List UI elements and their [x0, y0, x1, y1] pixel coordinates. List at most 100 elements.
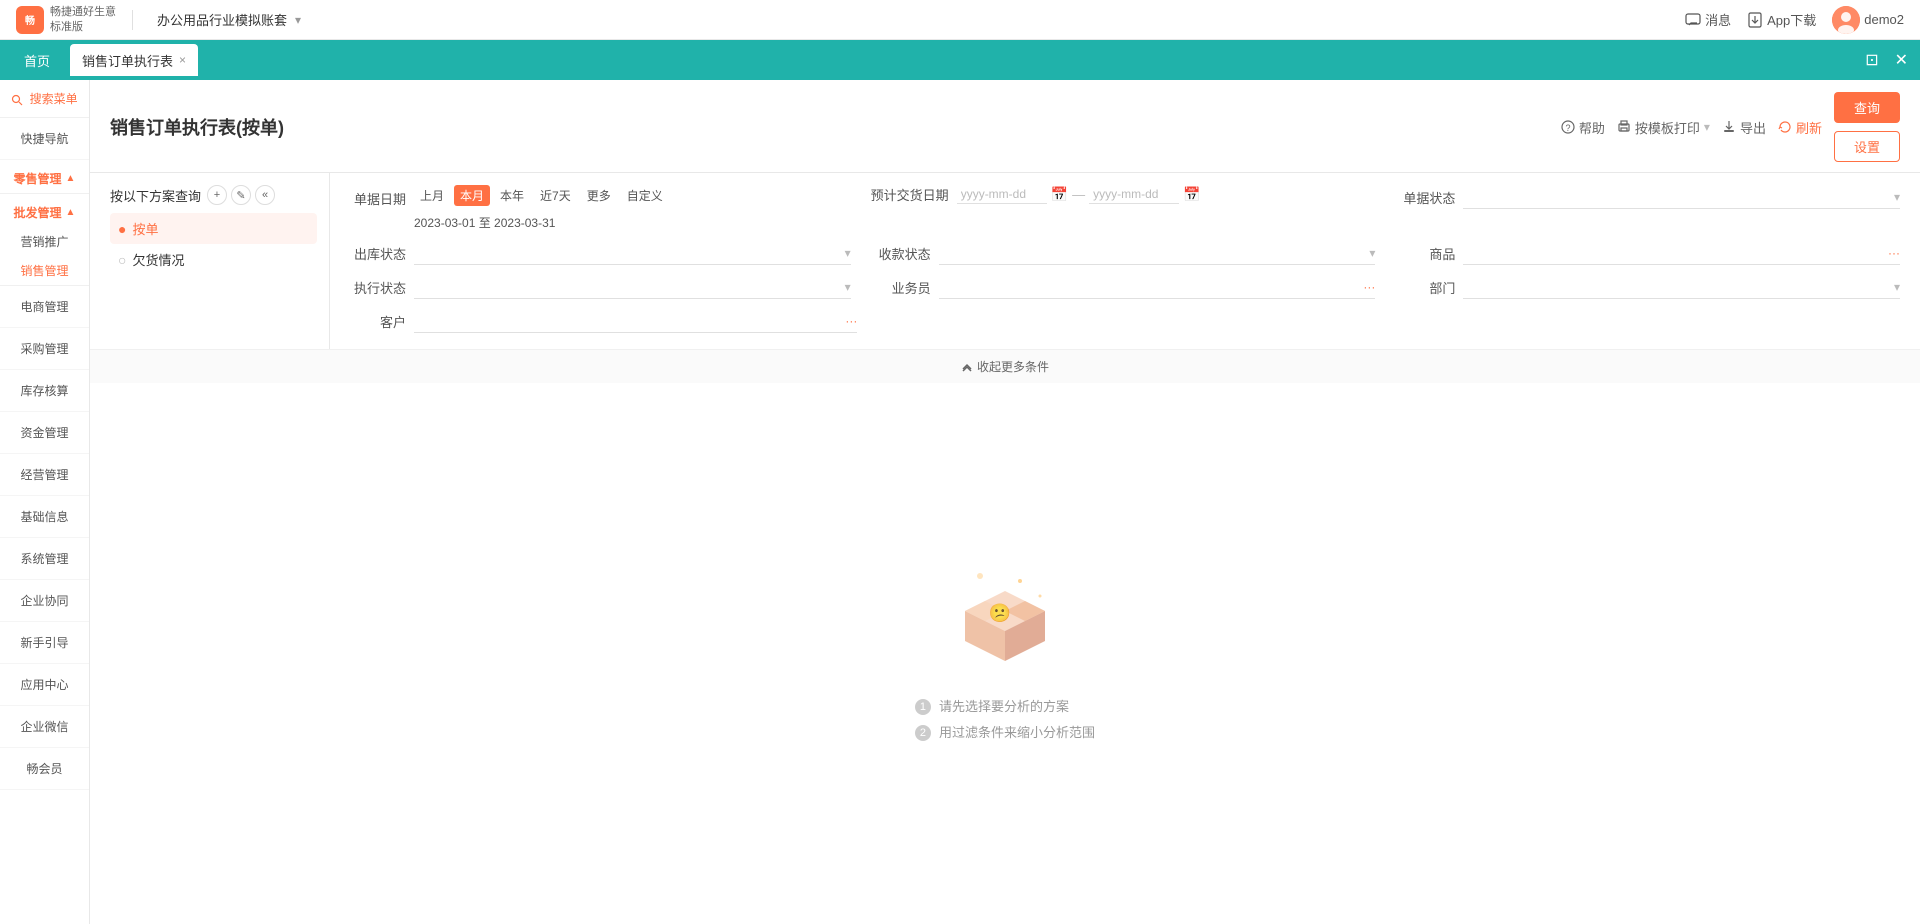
sidebar-item-finance[interactable]: 资金管理	[0, 412, 89, 454]
scheme-edit-btn[interactable]: ✎	[231, 185, 251, 205]
sidebar-sub-item-marketing[interactable]: 营销推广	[0, 227, 89, 256]
field-payment-status: 收款状态 ▾	[871, 241, 1376, 265]
delivery-cal-from-icon[interactable]: 📅	[1051, 186, 1068, 203]
topbar: 畅 畅捷通好生意 标准版 办公用品行业模拟账套 ▾ 消息 App下载 demo2	[0, 0, 1920, 40]
logo-icon: 畅	[16, 6, 44, 34]
payment-status-row: 收款状态 ▾	[871, 241, 1376, 265]
payment-caret-icon[interactable]: ▾	[1369, 246, 1375, 260]
department-dropdown: ▾	[1463, 275, 1900, 299]
scheme-collapse-btn[interactable]: «	[255, 185, 275, 205]
sidebar-item-ecommerce[interactable]: 电商管理	[0, 286, 89, 328]
quick-date-btns: 上月 本月 本年 近7天 更多 自定义	[414, 185, 669, 206]
action-buttons: 查询 设置	[1834, 92, 1900, 162]
field-exec-status: 执行状态 ▾	[346, 275, 851, 299]
sidebar: 搜索菜单 快捷导航 零售管理 ▲ 批发管理 ▲ 营销推广 销售管理 电商管理 采…	[0, 80, 90, 924]
sidebar-item-operation[interactable]: 经营管理	[0, 454, 89, 496]
sidebar-search[interactable]: 搜索菜单	[0, 80, 89, 118]
app-download-btn[interactable]: App下载	[1747, 10, 1816, 29]
message-icon	[1685, 12, 1701, 28]
filter-row-3: 执行状态 ▾ 业务员 ···	[346, 275, 1900, 299]
query-button[interactable]: 查询	[1834, 92, 1900, 123]
tip-num-1: 1	[915, 699, 931, 715]
collapse-label: 收起更多条件	[977, 358, 1049, 375]
sidebar-item-wholesale[interactable]: 批发管理 ▲	[0, 194, 89, 227]
tabbar-right-icons: ⊡ ✕	[1861, 46, 1912, 74]
delivery-date-range: 📅 — 📅	[957, 185, 1376, 204]
department-input[interactable]	[1463, 275, 1890, 298]
salesperson-input[interactable]	[939, 275, 1358, 298]
sidebar-item-newbie[interactable]: 新手引导	[0, 622, 89, 664]
field-department: 部门 ▾	[1395, 275, 1900, 299]
outbound-status-label: 出库状态	[346, 244, 406, 263]
print-btn[interactable]: 按模板打印 ▾	[1617, 118, 1710, 137]
last-month-btn[interactable]: 上月	[414, 185, 450, 206]
salesperson-more-icon[interactable]: ···	[1363, 280, 1375, 294]
delivery-date-from[interactable]	[957, 185, 1047, 204]
more-date-btn[interactable]: 更多	[581, 185, 617, 206]
department-caret-icon[interactable]: ▾	[1894, 280, 1900, 294]
sidebar-item-quick-nav[interactable]: 快捷导航	[0, 118, 89, 160]
refresh-btn[interactable]: 刷新	[1778, 118, 1822, 137]
sidebar-item-inventory[interactable]: 库存核算	[0, 370, 89, 412]
window-restore-icon[interactable]: ⊡	[1861, 46, 1882, 74]
sidebar-item-retail[interactable]: 零售管理 ▲	[0, 160, 89, 193]
scheme-active-icon: ●	[118, 221, 126, 237]
main-layout: 搜索菜单 快捷导航 零售管理 ▲ 批发管理 ▲ 营销推广 销售管理 电商管理 采…	[0, 80, 1920, 924]
goods-row: 商品 ···	[1395, 241, 1900, 265]
bill-status-row: 单据状态 ▾	[1395, 185, 1900, 209]
window-close-icon[interactable]: ✕	[1891, 46, 1912, 74]
payment-status-label: 收款状态	[871, 244, 931, 263]
this-year-btn[interactable]: 本年	[494, 185, 530, 206]
tip-num-2: 2	[915, 725, 931, 741]
goods-input[interactable]	[1463, 241, 1882, 264]
setting-button[interactable]: 设置	[1834, 131, 1900, 162]
outbound-status-input[interactable]	[414, 241, 841, 264]
sidebar-item-purchase[interactable]: 采购管理	[0, 328, 89, 370]
sidebar-item-system[interactable]: 系统管理	[0, 538, 89, 580]
topbar-dropdown-icon[interactable]: ▾	[295, 13, 301, 27]
export-btn[interactable]: 导出	[1722, 118, 1766, 137]
exec-status-input[interactable]	[414, 275, 841, 298]
exec-caret-icon[interactable]: ▾	[845, 280, 851, 294]
field-delivery-date: 预计交货日期 📅 — 📅	[871, 185, 1376, 204]
bill-status-dropdown: ▾	[1463, 185, 1900, 209]
delivery-date-to[interactable]	[1089, 185, 1179, 204]
custom-date-btn[interactable]: 自定义	[621, 185, 669, 206]
this-month-btn[interactable]: 本月	[454, 185, 490, 206]
scheme-add-btn[interactable]: +	[207, 185, 227, 205]
delivery-cal-to-icon[interactable]: 📅	[1183, 186, 1200, 203]
content-area: 销售订单执行表(按单) ? 帮助 按模板打印 ▾ 导出	[90, 80, 1920, 924]
tab-close-icon[interactable]: ×	[179, 53, 186, 67]
tab-sales-order[interactable]: 销售订单执行表 ×	[70, 44, 198, 76]
bill-status-input[interactable]	[1463, 185, 1890, 208]
delivery-date-separator: —	[1072, 187, 1085, 202]
sidebar-item-appstore[interactable]: 应用中心	[0, 664, 89, 706]
payment-status-dropdown: ▾	[939, 241, 1376, 265]
sidebar-item-basic[interactable]: 基础信息	[0, 496, 89, 538]
page-header: 销售订单执行表(按单) ? 帮助 按模板打印 ▾ 导出	[90, 80, 1920, 173]
customer-input[interactable]	[414, 309, 839, 332]
message-btn[interactable]: 消息	[1685, 10, 1731, 29]
sidebar-sub-item-sales[interactable]: 销售管理	[0, 256, 89, 285]
customer-more-icon[interactable]: ···	[845, 314, 857, 328]
field-salesperson: 业务员 ···	[871, 275, 1376, 299]
bill-status-caret-icon[interactable]: ▾	[1894, 190, 1900, 204]
scheme-item-by-single[interactable]: ● 按单	[110, 213, 317, 244]
last-7days-btn[interactable]: 近7天	[534, 185, 577, 206]
goods-more-icon[interactable]: ···	[1888, 246, 1900, 260]
outbound-caret-icon[interactable]: ▾	[845, 246, 851, 260]
print-icon	[1617, 120, 1631, 134]
tab-home[interactable]: 首页	[8, 40, 66, 80]
retail-expand-icon: ▲	[66, 173, 76, 184]
help-btn[interactable]: ? 帮助	[1561, 118, 1605, 137]
payment-status-input[interactable]	[939, 241, 1366, 264]
sidebar-item-member[interactable]: 畅会员	[0, 748, 89, 790]
sidebar-item-wechat[interactable]: 企业微信	[0, 706, 89, 748]
field-goods: 商品 ···	[1395, 241, 1900, 265]
collapse-row[interactable]: 收起更多条件	[90, 349, 1920, 383]
field-bill-date-top: 单据日期 上月 本月 本年 近7天 更多 自定义	[346, 185, 851, 212]
user-menu[interactable]: demo2	[1832, 6, 1904, 34]
scheme-title-icons: + ✎ «	[207, 185, 275, 205]
scheme-item-debt[interactable]: ○ 欠货情况	[110, 244, 317, 275]
sidebar-item-enterprise[interactable]: 企业协同	[0, 580, 89, 622]
